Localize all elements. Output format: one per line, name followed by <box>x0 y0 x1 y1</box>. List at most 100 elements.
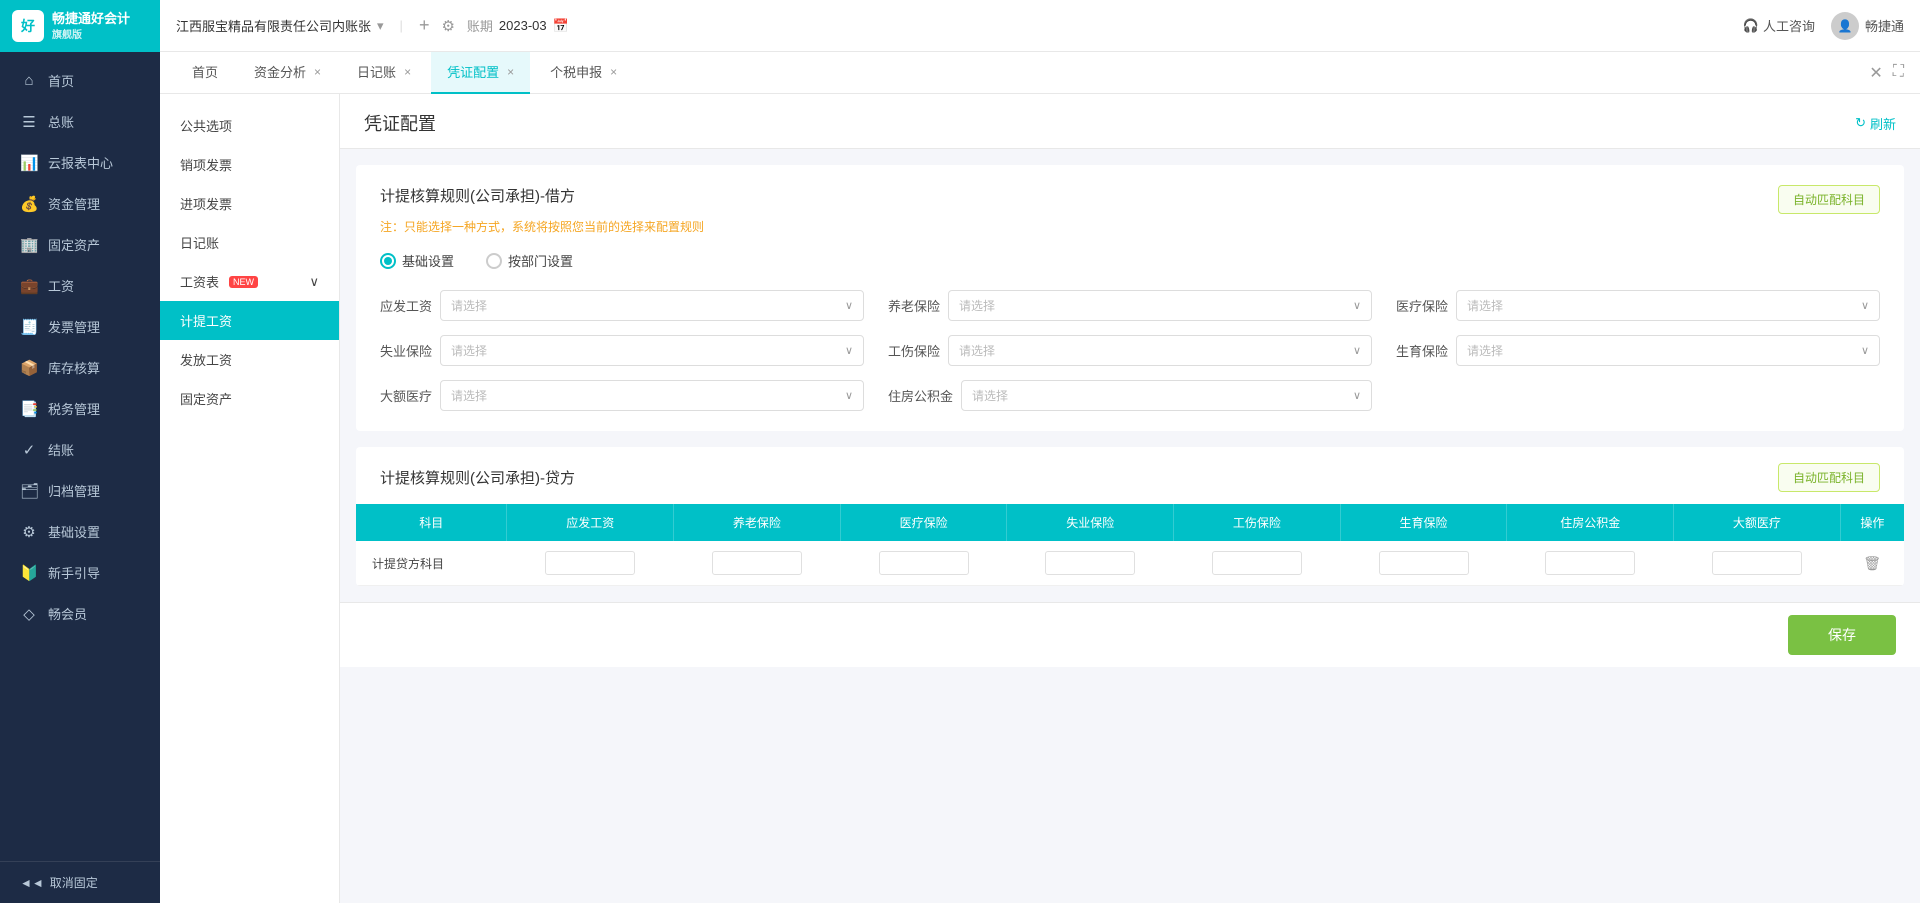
app-name: 畅捷通好会计 <box>52 11 130 27</box>
settings-button[interactable]: ⚙ <box>441 17 454 35</box>
radio-group: 基础设置 按部门设置 <box>380 251 1880 270</box>
sidebar-item-capital[interactable]: 💰 资金管理 <box>0 183 160 224</box>
debit-section: 自动匹配科目 计提核算规则(公司承担)-借方 注：只能选择一种方式，系统将按照您… <box>356 165 1904 431</box>
refresh-button[interactable]: ↻ 刷新 <box>1855 114 1896 133</box>
select-dae[interactable]: 请选择 ∨ <box>440 380 864 411</box>
page-content: 凭证配置 ↻ 刷新 自动匹配科目 计提核算规则(公司承担)-借方 注：只能选择一… <box>340 94 1920 903</box>
left-menu-salary-pay[interactable]: 发放工资 <box>160 340 339 379</box>
salary-table-label: 工资表 <box>180 272 219 291</box>
tab-capital-label: 资金分析 <box>254 62 306 81</box>
left-menu-sales-invoice[interactable]: 销项发票 <box>160 145 339 184</box>
select-zhufang[interactable]: 请选择 ∨ <box>961 380 1372 411</box>
tab-journal-close[interactable]: × <box>404 65 411 79</box>
sidebar-item-label: 发票管理 <box>48 317 100 336</box>
radio-dept[interactable]: 按部门设置 <box>486 251 573 270</box>
save-button[interactable]: 保存 <box>1788 615 1896 655</box>
add-company-button[interactable]: + <box>419 15 430 36</box>
select-yingfa[interactable]: 请选择 ∨ <box>440 290 864 321</box>
topbar-divider: | <box>400 18 403 33</box>
radio-basic-label: 基础设置 <box>402 251 454 270</box>
radio-basic[interactable]: 基础设置 <box>380 251 454 270</box>
sidebar-item-salary[interactable]: 💼 工资 <box>0 265 160 306</box>
debit-form-grid: 应发工资 请选择 ∨ 养老保险 请选择 ∨ 医疗 <box>380 290 1880 411</box>
delete-button[interactable]: 🗑 <box>1863 555 1881 571</box>
left-menu-journal-label: 日记账 <box>180 236 219 251</box>
input-shiye[interactable] <box>1045 551 1135 575</box>
tab-tax[interactable]: 个税申报 × <box>534 52 633 94</box>
input-yanglao[interactable] <box>712 551 802 575</box>
new-badge: NEW <box>229 276 258 288</box>
select-yiliao[interactable]: 请选择 ∨ <box>1456 290 1880 321</box>
assets-icon: 🏢 <box>20 236 38 254</box>
sidebar-item-invoice[interactable]: 🧾 发票管理 <box>0 306 160 347</box>
tab-home[interactable]: 首页 <box>176 52 234 94</box>
sidebar-item-ledger[interactable]: ☰ 总账 <box>0 101 160 142</box>
th-yiliao: 医疗保险 <box>840 504 1007 541</box>
radio-basic-dot <box>384 257 392 265</box>
close-all-icon[interactable]: ✕ <box>1869 63 1882 83</box>
select-yanglao[interactable]: 请选择 ∨ <box>948 290 1372 321</box>
left-menu-public[interactable]: 公共选项 <box>160 106 339 145</box>
chevron-down-icon: ∨ <box>845 389 853 402</box>
topbar: 江西服宝精品有限责任公司内账张 ▾ | + ⚙ 账期 2023-03 📅 🎧 人… <box>160 0 1920 52</box>
company-selector[interactable]: 江西服宝精品有限责任公司内账张 ▾ <box>176 16 384 35</box>
th-gongshang: 工伤保险 <box>1174 504 1341 541</box>
chevron-down-icon: ∨ <box>845 299 853 312</box>
tab-voucher-close[interactable]: × <box>507 65 514 79</box>
th-subject: 科目 <box>356 504 507 541</box>
select-shengyu[interactable]: 请选择 ∨ <box>1456 335 1880 366</box>
topbar-right: 🎧 人工咨询 👤 畅捷通 <box>1743 12 1904 40</box>
expand-icon[interactable]: ⛶ <box>1893 63 1904 83</box>
unpin-button[interactable]: ◄◄ 取消固定 <box>0 861 160 903</box>
sidebar-item-tax[interactable]: 📑 税务管理 <box>0 388 160 429</box>
form-row-shengyu: 生育保险 请选择 ∨ <box>1396 335 1880 366</box>
cell-action: 🗑 <box>1840 541 1904 586</box>
left-menu-journal[interactable]: 日记账 <box>160 223 339 262</box>
user-button[interactable]: 👤 畅捷通 <box>1831 12 1904 40</box>
sidebar-item-settings[interactable]: ⚙ 基础设置 <box>0 511 160 552</box>
tab-capital-close[interactable]: × <box>314 65 321 79</box>
input-dae[interactable] <box>1712 551 1802 575</box>
chevron-down-icon: ∨ <box>1353 299 1361 312</box>
select-gongshang-placeholder: 请选择 <box>959 342 995 359</box>
period-selector[interactable]: 账期 2023-03 📅 <box>467 16 569 35</box>
sidebar-item-member[interactable]: ◇ 畅会员 <box>0 593 160 634</box>
tab-journal[interactable]: 日记账 × <box>341 52 427 94</box>
sidebar-item-label: 归档管理 <box>48 481 100 500</box>
input-yiliao[interactable] <box>879 551 969 575</box>
select-shiye-placeholder: 请选择 <box>451 342 487 359</box>
archive-icon: 🗂 <box>20 482 38 500</box>
sidebar-item-label: 资金管理 <box>48 194 100 213</box>
select-zhufang-placeholder: 请选择 <box>972 387 1008 404</box>
sidebar-item-inventory[interactable]: 📦 库存核算 <box>0 347 160 388</box>
input-gongshang[interactable] <box>1212 551 1302 575</box>
cell-yingfa <box>507 541 674 586</box>
left-menu-purchase-invoice[interactable]: 进项发票 <box>160 184 339 223</box>
support-button[interactable]: 🎧 人工咨询 <box>1743 16 1815 35</box>
sidebar-item-assets[interactable]: 🏢 固定资产 <box>0 224 160 265</box>
user-name: 畅捷通 <box>1865 16 1904 35</box>
radio-basic-circle <box>380 253 396 269</box>
sidebar-item-reports[interactable]: 📊 云报表中心 <box>0 142 160 183</box>
cell-yanglao <box>674 541 841 586</box>
sidebar-item-settle[interactable]: ✓ 结账 <box>0 429 160 470</box>
select-shiye[interactable]: 请选择 ∨ <box>440 335 864 366</box>
form-row-yanglao: 养老保险 请选择 ∨ <box>888 290 1372 321</box>
tab-tax-close[interactable]: × <box>610 65 617 79</box>
left-menu-fixed-assets[interactable]: 固定资产 <box>160 379 339 418</box>
tab-capital[interactable]: 资金分析 × <box>238 52 337 94</box>
select-gongshang[interactable]: 请选择 ∨ <box>948 335 1372 366</box>
tab-voucher-config[interactable]: 凭证配置 × <box>431 52 530 94</box>
sidebar-item-archive[interactable]: 🗂 归档管理 <box>0 470 160 511</box>
input-shengyu[interactable] <box>1379 551 1469 575</box>
auto-match-credit-button[interactable]: 自动匹配科目 <box>1778 463 1880 492</box>
input-yingfa[interactable] <box>545 551 635 575</box>
left-menu-salary-table-group[interactable]: 工资表 NEW ∨ <box>160 262 339 301</box>
sidebar-item-home[interactable]: ⌂ 首页 <box>0 60 160 101</box>
sidebar-item-guide[interactable]: 🔰 新手引导 <box>0 552 160 593</box>
company-name: 江西服宝精品有限责任公司内账张 <box>176 16 371 35</box>
cell-zhufang <box>1507 541 1674 586</box>
input-zhufang[interactable] <box>1545 551 1635 575</box>
auto-match-debit-button[interactable]: 自动匹配科目 <box>1778 185 1880 214</box>
left-menu-salary-calc[interactable]: 计提工资 <box>160 301 339 340</box>
